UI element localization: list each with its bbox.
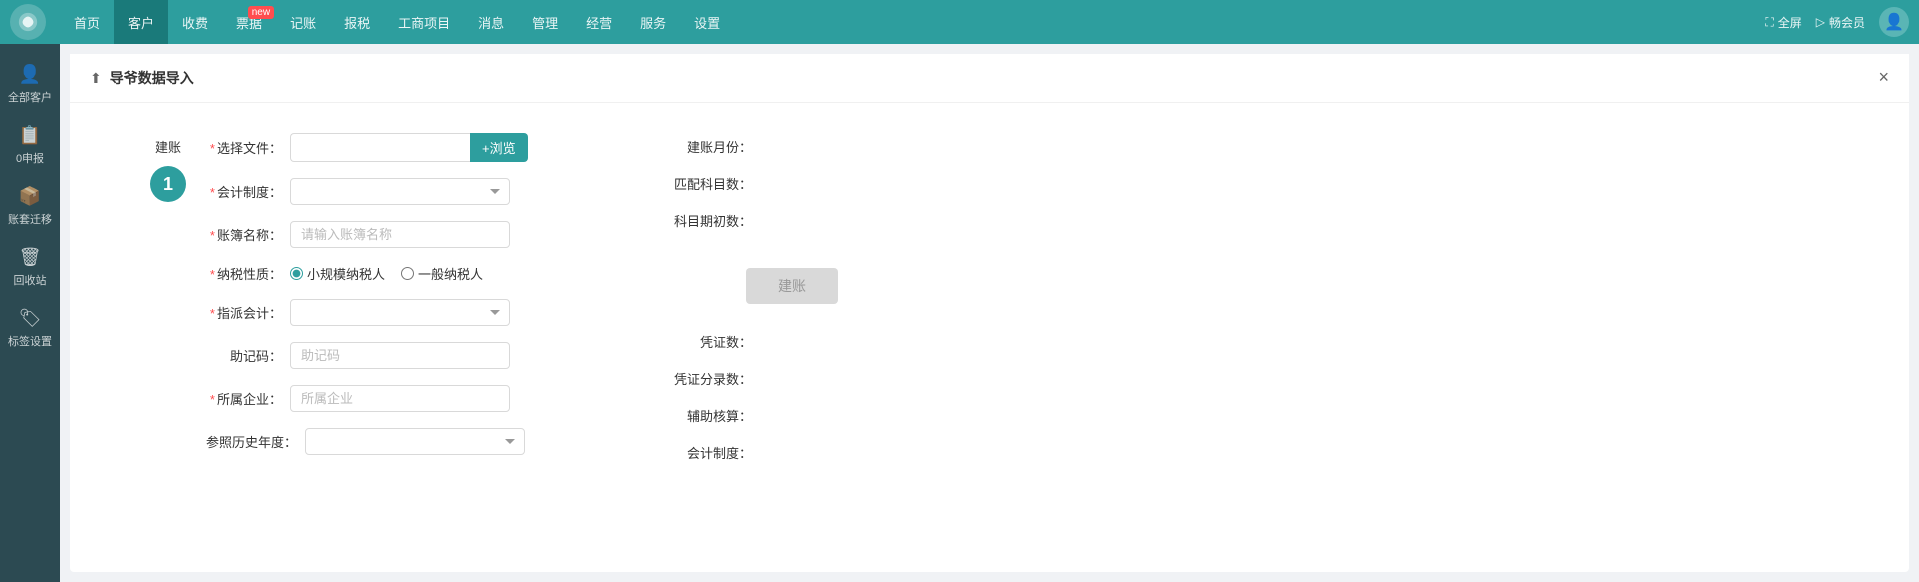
- import-icon: ⬆: [90, 70, 102, 87]
- sidebar-item-recycle[interactable]: 🗑 回收站: [0, 237, 60, 298]
- history-label: 参照历史年度：: [202, 432, 297, 451]
- sidebar-item-tags[interactable]: 🏷 标签设置: [0, 298, 60, 359]
- migration-icon: 📦: [19, 186, 41, 207]
- period-label: 科目期初数：: [662, 211, 752, 230]
- browse-button[interactable]: +浏览: [470, 133, 528, 162]
- recycle-icon: 🗑: [19, 247, 42, 268]
- close-button[interactable]: ×: [1878, 68, 1889, 86]
- nav-item-tax[interactable]: 报税: [330, 0, 384, 44]
- tax-label: *纳税性质：: [202, 264, 282, 283]
- ledger-row: *账簿名称：: [202, 221, 602, 248]
- tax-general-label[interactable]: 一般纳税人: [401, 264, 483, 283]
- sidebar-item-migration[interactable]: 📦 账套迁移: [0, 176, 60, 237]
- file-label: *选择文件：: [202, 138, 282, 157]
- aux-row: 辅助核算：: [662, 406, 922, 425]
- nav-item-home[interactable]: 首页: [60, 0, 114, 44]
- accounting-select[interactable]: [290, 178, 510, 205]
- sidebar-item-zero-report[interactable]: 📋 0申报: [0, 115, 60, 176]
- nav-item-invoice[interactable]: 票据 new: [222, 0, 276, 44]
- tax-general-radio[interactable]: [401, 267, 414, 280]
- memo-label: 助记码：: [202, 346, 282, 365]
- history-row: 参照历史年度：: [202, 428, 602, 455]
- file-input[interactable]: [290, 133, 470, 162]
- nav-item-manage[interactable]: 管理: [518, 0, 572, 44]
- vip-button[interactable]: ▷ 畅会员: [1816, 14, 1865, 31]
- nav-item-customer[interactable]: 客户: [114, 0, 168, 44]
- month-label: 建账月份：: [662, 137, 752, 156]
- accounting-row: *会计制度：: [202, 178, 602, 205]
- sidebar-item-all-customers[interactable]: 👤 全部客户: [0, 54, 60, 115]
- main-content: ⬆ 导爷数据导入 × 建账 1 *: [60, 44, 1919, 582]
- accounting-system-label: 会计制度：: [662, 443, 752, 462]
- user-avatar[interactable]: 👤: [1879, 7, 1909, 37]
- tax-small-radio[interactable]: [290, 267, 303, 280]
- nav-item-bookkeeping[interactable]: 记账: [276, 0, 330, 44]
- file-input-group: +浏览: [290, 133, 528, 162]
- match-label: 匹配科目数：: [662, 174, 752, 193]
- voucher-row: 凭证数：: [662, 332, 922, 351]
- ledger-label: *账簿名称：: [202, 225, 282, 244]
- nav-item-settings[interactable]: 设置: [680, 0, 734, 44]
- avatar-icon: 👤: [1884, 12, 1904, 32]
- file-row: *选择文件： +浏览: [202, 133, 602, 162]
- all-customers-icon: 👤: [19, 64, 41, 85]
- tax-radio-group: 小规模纳税人 一般纳税人: [290, 264, 483, 283]
- memo-input[interactable]: [290, 342, 510, 369]
- page-header: ⬆ 导爷数据导入 ×: [70, 54, 1909, 103]
- build-button[interactable]: 建账: [746, 268, 838, 304]
- owner-input[interactable]: [290, 385, 510, 412]
- nav-item-fee[interactable]: 收费: [168, 0, 222, 44]
- tax-row: *纳税性质： 小规模纳税人 一般纳税人: [202, 264, 602, 283]
- nav-item-service[interactable]: 服务: [626, 0, 680, 44]
- voucher-entries-row: 凭证分录数：: [662, 369, 922, 388]
- nav-items: 首页 客户 收费 票据 new 记账 报税 工商项目 消息 管理 经营 服务 设…: [60, 0, 1765, 44]
- history-select[interactable]: [305, 428, 525, 455]
- aux-label: 辅助核算：: [662, 406, 752, 425]
- build-label: 建账: [155, 137, 181, 156]
- accounting-label: *会计制度：: [202, 182, 282, 201]
- step-badge: 1: [150, 166, 186, 202]
- tax-small-label[interactable]: 小规模纳税人: [290, 264, 385, 283]
- tags-icon: 🏷: [19, 308, 42, 329]
- nav-item-message[interactable]: 消息: [464, 0, 518, 44]
- owner-row: *所属企业：: [202, 385, 602, 412]
- accounting-system-row: 会计制度：: [662, 443, 922, 462]
- nav-item-business[interactable]: 工商项目: [384, 0, 464, 44]
- fullscreen-button[interactable]: ⛶ 全屏: [1765, 14, 1801, 31]
- nav-item-operation[interactable]: 经营: [572, 0, 626, 44]
- top-navigation: 首页 客户 收费 票据 new 记账 报税 工商项目 消息 管理 经营 服务 设…: [0, 0, 1919, 44]
- play-icon: ▷: [1816, 15, 1825, 29]
- form-fields: *选择文件： +浏览 *会计制度：: [202, 133, 602, 455]
- sidebar: 👤 全部客户 📋 0申报 📦 账套迁移 🗑 回收站 🏷 标签设置: [0, 44, 60, 582]
- assign-label: *指派会计：: [202, 303, 282, 322]
- owner-label: *所属企业：: [202, 389, 282, 408]
- page-container: ⬆ 导爷数据导入 × 建账 1 *: [70, 54, 1909, 572]
- assign-row: *指派会计：: [202, 299, 602, 326]
- memo-row: 助记码：: [202, 342, 602, 369]
- page-title: 导爷数据导入: [110, 68, 194, 88]
- nav-right: ⛶ 全屏 ▷ 畅会员 👤: [1765, 7, 1909, 37]
- period-row: 科目期初数：: [662, 211, 922, 230]
- match-row: 匹配科目数：: [662, 174, 922, 193]
- fullscreen-icon: ⛶: [1765, 15, 1773, 30]
- month-row: 建账月份：: [662, 137, 922, 156]
- voucher-entries-label: 凭证分录数：: [662, 369, 752, 388]
- assign-select[interactable]: [290, 299, 510, 326]
- zero-report-icon: 📋: [19, 125, 41, 146]
- voucher-label: 凭证数：: [662, 332, 752, 351]
- ledger-input[interactable]: [290, 221, 510, 248]
- new-badge: new: [248, 6, 274, 19]
- logo[interactable]: [10, 4, 46, 40]
